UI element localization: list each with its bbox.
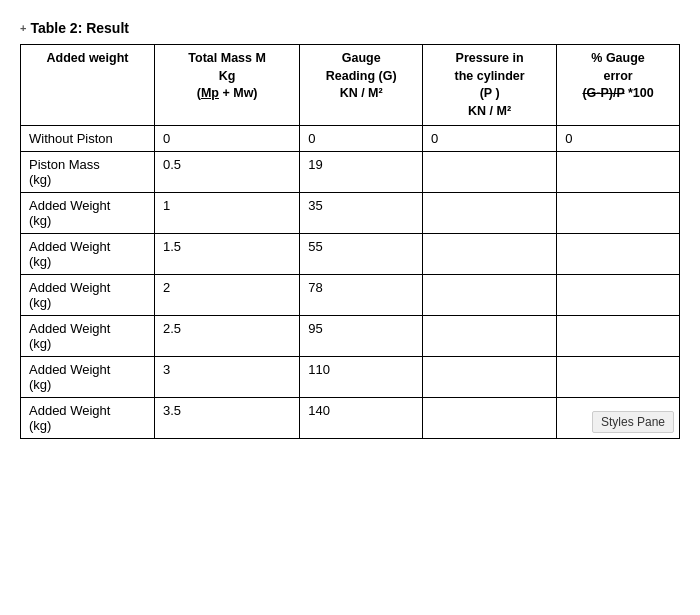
cell-total-mass: 1.5: [155, 234, 300, 275]
cell-pressure: [423, 275, 557, 316]
table-row: Added Weight(kg)3.5140: [21, 398, 680, 439]
cell-gauge-error: [557, 152, 680, 193]
cell-added-weight: Added Weight(kg): [21, 357, 155, 398]
table-title: + Table 2: Result: [20, 20, 680, 36]
cell-pressure: 0: [423, 126, 557, 152]
page-wrapper: + Table 2: Result Added weight Total Mas…: [20, 20, 680, 439]
cell-pressure: [423, 316, 557, 357]
table-header-row: Added weight Total Mass M Kg (Mp + Mw) G…: [21, 45, 680, 126]
th-gauge-error: % Gauge error (G-P)/P *100: [557, 45, 680, 126]
cell-gauge-error: [557, 398, 680, 439]
cell-total-mass: 0: [155, 126, 300, 152]
table-row: Added Weight(kg)278: [21, 275, 680, 316]
cell-gauge-error: [557, 357, 680, 398]
cell-added-weight: Added Weight(kg): [21, 316, 155, 357]
cell-added-weight: Without Piston: [21, 126, 155, 152]
th-added-weight: Added weight: [21, 45, 155, 126]
cell-total-mass: 1: [155, 193, 300, 234]
cell-gauge: 55: [300, 234, 423, 275]
cell-gauge-error: [557, 193, 680, 234]
cell-total-mass: 0.5: [155, 152, 300, 193]
cell-pressure: [423, 193, 557, 234]
cell-total-mass: 3: [155, 357, 300, 398]
cell-total-mass: 3.5: [155, 398, 300, 439]
cell-gauge: 95: [300, 316, 423, 357]
result-table: Added weight Total Mass M Kg (Mp + Mw) G…: [20, 44, 680, 439]
cell-added-weight: Added Weight(kg): [21, 234, 155, 275]
table-row: Added Weight(kg)2.595: [21, 316, 680, 357]
cell-gauge-error: [557, 275, 680, 316]
table-row: Added Weight(kg)3110: [21, 357, 680, 398]
cell-gauge-error: [557, 316, 680, 357]
title-text: Table 2: Result: [30, 20, 129, 36]
cell-gauge: 35: [300, 193, 423, 234]
th-gauge: Gauge Reading (G) KN / M²: [300, 45, 423, 126]
table-row: Without Piston0000: [21, 126, 680, 152]
cell-pressure: [423, 398, 557, 439]
table-row: Piston Mass(kg)0.519: [21, 152, 680, 193]
cell-gauge: 140: [300, 398, 423, 439]
cell-pressure: [423, 152, 557, 193]
cell-added-weight: Added Weight(kg): [21, 275, 155, 316]
cell-gauge-error: [557, 234, 680, 275]
cell-gauge: 0: [300, 126, 423, 152]
cell-gauge: 19: [300, 152, 423, 193]
th-pressure: Pressure in the cylinder (P ) KN / M²: [423, 45, 557, 126]
cell-pressure: [423, 234, 557, 275]
cell-total-mass: 2: [155, 275, 300, 316]
cell-gauge: 110: [300, 357, 423, 398]
cell-added-weight: Piston Mass(kg): [21, 152, 155, 193]
cell-pressure: [423, 357, 557, 398]
plus-icon: +: [20, 22, 26, 34]
cell-added-weight: Added Weight(kg): [21, 398, 155, 439]
th-total-mass: Total Mass M Kg (Mp + Mw): [155, 45, 300, 126]
cell-gauge-error: 0: [557, 126, 680, 152]
cell-gauge: 78: [300, 275, 423, 316]
cell-added-weight: Added Weight(kg): [21, 193, 155, 234]
table-row: Added Weight(kg)135: [21, 193, 680, 234]
cell-total-mass: 2.5: [155, 316, 300, 357]
table-row: Added Weight(kg)1.555: [21, 234, 680, 275]
